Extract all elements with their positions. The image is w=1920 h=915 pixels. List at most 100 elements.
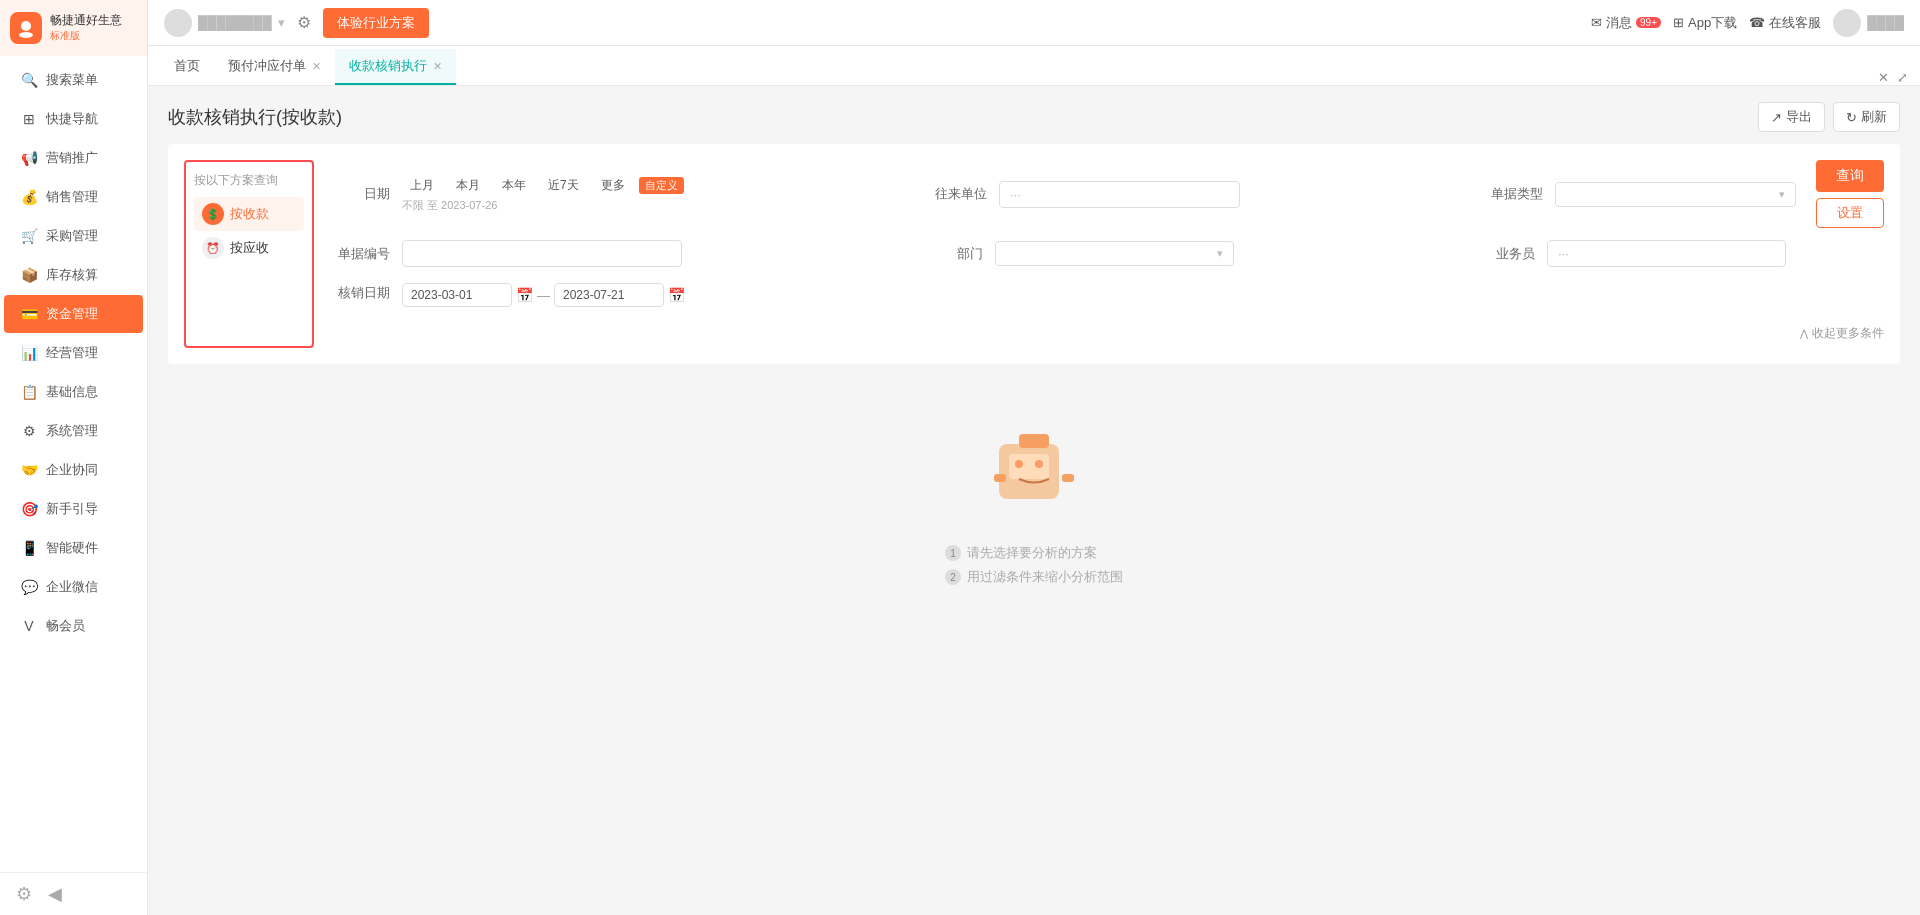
date-shortcut-this-month[interactable]: 本月 bbox=[448, 175, 488, 196]
date-custom-badge[interactable]: 自定义 bbox=[639, 177, 684, 194]
nav-icon-5: 📦 bbox=[20, 267, 38, 283]
calendar-start-icon[interactable]: 📅 bbox=[516, 287, 533, 303]
sidebar-item-新手引导[interactable]: 🎯新手引导 bbox=[4, 490, 143, 528]
step-num-1: 1 bbox=[945, 545, 961, 561]
download-icon: ⊞ bbox=[1673, 15, 1684, 30]
page-content: 收款核销执行(按收款) ↗ 导出 ↻ 刷新 按以下方案查询 💲 按收款 bbox=[148, 86, 1920, 915]
verify-date-label: 核销日期 bbox=[330, 284, 390, 302]
refresh-button[interactable]: ↻ 刷新 bbox=[1833, 102, 1900, 132]
receivable-icon: ⏰ bbox=[202, 237, 224, 259]
sidebar-item-库存核算[interactable]: 📦库存核算 bbox=[4, 256, 143, 294]
date-shortcut-7days[interactable]: 近7天 bbox=[540, 175, 587, 196]
sidebar-item-畅会员[interactable]: V畅会员 bbox=[4, 607, 143, 645]
sidebar-item-资金管理[interactable]: 💳资金管理 bbox=[4, 295, 143, 333]
doc-type-select[interactable]: ▾ bbox=[1555, 182, 1796, 207]
salesperson-select[interactable]: ··· bbox=[1547, 240, 1786, 267]
unit-select[interactable]: ··· bbox=[999, 181, 1240, 208]
nav-icon-7: 📊 bbox=[20, 345, 38, 361]
nav-icon-4: 🛒 bbox=[20, 228, 38, 244]
sidebar-item-企业微信[interactable]: 💬企业微信 bbox=[4, 568, 143, 606]
chevron-down-icon[interactable]: ▾ bbox=[278, 15, 285, 30]
date-shortcut-more[interactable]: 更多 bbox=[593, 175, 633, 196]
date-shortcut-last-month[interactable]: 上月 bbox=[402, 175, 442, 196]
solution-button[interactable]: 体验行业方案 bbox=[323, 8, 429, 38]
sidebar-item-企业协同[interactable]: 🤝企业协同 bbox=[4, 451, 143, 489]
date-separator: — bbox=[537, 288, 550, 303]
sidebar-footer: ⚙ ◀︎ bbox=[0, 872, 147, 915]
collapse-icon: ⋀ bbox=[1800, 328, 1808, 339]
svg-rect-8 bbox=[1062, 474, 1074, 482]
nav-icon-12: 📱 bbox=[20, 540, 38, 556]
close-tab-icon[interactable]: ✕ bbox=[1878, 70, 1889, 85]
empty-step-2: 2 用过滤条件来缩小分析范围 bbox=[945, 568, 1123, 586]
tab-prepay[interactable]: 预付冲应付单 ✕ bbox=[214, 49, 335, 85]
calendar-end-icon[interactable]: 📅 bbox=[668, 287, 685, 303]
sidebar-item-快捷导航[interactable]: ⊞快捷导航 bbox=[4, 100, 143, 138]
sidebar-item-采购管理[interactable]: 🛒采购管理 bbox=[4, 217, 143, 255]
nav-icon-0: 🔍 bbox=[20, 72, 38, 88]
app-name: 畅捷通好生意 bbox=[50, 13, 122, 29]
user-avatar bbox=[164, 9, 192, 37]
verify-date-start-input[interactable] bbox=[402, 283, 512, 307]
messages-badge: 99+ bbox=[1636, 17, 1661, 28]
logo-icon bbox=[10, 12, 42, 44]
settings-icon[interactable]: ⚙ bbox=[16, 883, 32, 905]
step-2-text: 用过滤条件来缩小分析范围 bbox=[967, 568, 1123, 586]
collapse-more-conditions-button[interactable]: ⋀ 收起更多条件 bbox=[330, 319, 1884, 348]
tab-prepay-close[interactable]: ✕ bbox=[312, 60, 321, 73]
tab-payment-verify-close[interactable]: ✕ bbox=[433, 60, 442, 73]
dept-select[interactable]: ▾ bbox=[995, 241, 1234, 266]
tab-prepay-label: 预付冲应付单 bbox=[228, 57, 306, 75]
filter-option-by-payment[interactable]: 💲 按收款 bbox=[194, 197, 304, 231]
doc-number-input[interactable] bbox=[402, 240, 682, 267]
date-shortcuts-group: 上月 本月 本年 近7天 更多 自定义 bbox=[402, 175, 684, 196]
maximize-icon[interactable]: ⤢ bbox=[1897, 70, 1908, 85]
sidebar-item-搜索菜单[interactable]: 🔍搜索菜单 bbox=[4, 61, 143, 99]
sidebar-item-销售管理[interactable]: 💰销售管理 bbox=[4, 178, 143, 216]
filter-row-1: 日期 上月 本月 本年 近7天 更多 自定义 不限 至 2023-07-26 bbox=[330, 160, 1884, 228]
step-num-2: 2 bbox=[945, 569, 961, 585]
app-logo: 畅捷通好生意 标准版 bbox=[0, 0, 147, 56]
message-icon: ✉ bbox=[1591, 15, 1602, 30]
svg-point-4 bbox=[1015, 460, 1023, 468]
sidebar-item-智能硬件[interactable]: 📱智能硬件 bbox=[4, 529, 143, 567]
filter-sidebar-title: 按以下方案查询 bbox=[194, 172, 304, 189]
step-1-text: 请先选择要分析的方案 bbox=[967, 544, 1097, 562]
sidebar-item-营销推广[interactable]: 📢营销推广 bbox=[4, 139, 143, 177]
nav-icon-14: V bbox=[20, 618, 38, 634]
nav-icon-2: 📢 bbox=[20, 150, 38, 166]
refresh-label: 刷新 bbox=[1861, 108, 1887, 126]
app-download-button[interactable]: ⊞ App下载 bbox=[1673, 14, 1737, 32]
filter-sidebar: 按以下方案查询 💲 按收款 ⏰ 按应收 bbox=[184, 160, 314, 348]
dept-label: 部门 bbox=[923, 245, 983, 263]
svg-rect-7 bbox=[994, 474, 1006, 482]
export-button[interactable]: ↗ 导出 bbox=[1758, 102, 1825, 132]
date-label: 日期 bbox=[330, 185, 390, 203]
settings-button[interactable]: 设置 bbox=[1816, 198, 1884, 228]
tabbar: 首页 预付冲应付单 ✕ 收款核销执行 ✕ ✕ ⤢ bbox=[148, 46, 1920, 86]
gear-icon[interactable]: ⚙ bbox=[297, 13, 311, 32]
tab-payment-verify[interactable]: 收款核销执行 ✕ bbox=[335, 49, 456, 85]
doc-type-label: 单据类型 bbox=[1483, 185, 1543, 203]
messages-button[interactable]: ✉ 消息 99+ bbox=[1591, 14, 1661, 32]
filter-option-by-receivable[interactable]: ⏰ 按应收 bbox=[194, 231, 304, 265]
verify-date-end-input[interactable] bbox=[554, 283, 664, 307]
empty-steps-list: 1 请先选择要分析的方案 2 用过滤条件来缩小分析范围 bbox=[945, 544, 1123, 592]
payment-icon: 💲 bbox=[202, 203, 224, 225]
online-service-button[interactable]: ☎ 在线客服 bbox=[1749, 14, 1821, 32]
main-content: ████████ ▾ ⚙ 体验行业方案 ✉ 消息 99+ ⊞ App下载 ☎ 在… bbox=[148, 0, 1920, 915]
sidebar: 畅捷通好生意 标准版 🔍搜索菜单⊞快捷导航📢营销推广💰销售管理🛒采购管理📦库存核… bbox=[0, 0, 148, 915]
tab-home[interactable]: 首页 bbox=[160, 49, 214, 85]
sidebar-item-系统管理[interactable]: ⚙系统管理 bbox=[4, 412, 143, 450]
query-actions: 查询 设置 bbox=[1816, 160, 1884, 228]
user-info: ████████ ▾ bbox=[164, 9, 285, 37]
filter-row-3: 核销日期 📅 — 📅 bbox=[330, 279, 1884, 307]
query-button[interactable]: 查询 bbox=[1816, 160, 1884, 192]
sidebar-item-经营管理[interactable]: 📊经营管理 bbox=[4, 334, 143, 372]
sidebar-item-基础信息[interactable]: 📋基础信息 bbox=[4, 373, 143, 411]
date-shortcut-this-year[interactable]: 本年 bbox=[494, 175, 534, 196]
nav-icon-1: ⊞ bbox=[20, 111, 38, 127]
svg-rect-3 bbox=[1009, 454, 1049, 479]
filter-container: 按以下方案查询 💲 按收款 ⏰ 按应收 日期 bbox=[168, 144, 1900, 364]
collapse-sidebar-icon[interactable]: ◀︎ bbox=[48, 883, 62, 905]
